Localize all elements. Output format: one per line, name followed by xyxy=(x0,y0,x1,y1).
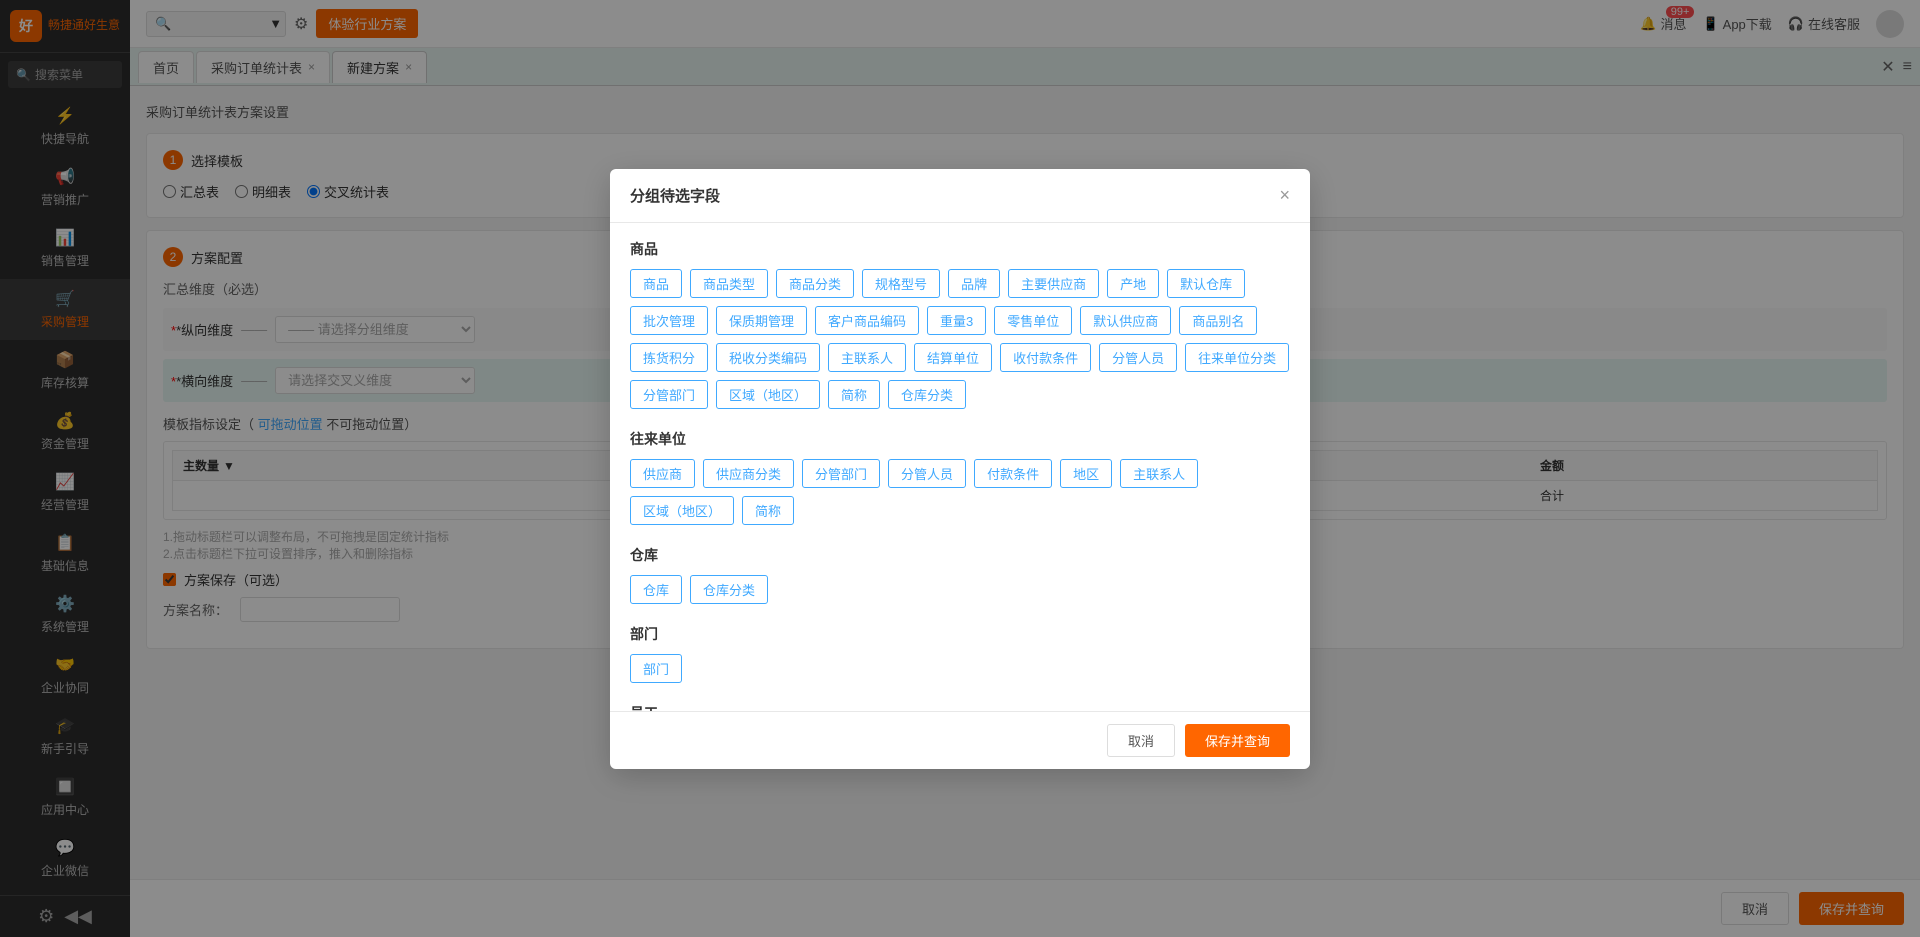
field-tag-partner-5[interactable]: 地区 xyxy=(1060,459,1112,488)
dialog-title: 分组待选字段 xyxy=(630,185,720,206)
field-tag-product-16[interactable]: 税收分类编码 xyxy=(716,343,820,372)
field-tag-warehouse-0[interactable]: 仓库 xyxy=(630,575,682,604)
field-tag-product-10[interactable]: 客户商品编码 xyxy=(815,306,919,335)
field-tag-partner-8[interactable]: 简称 xyxy=(742,496,794,525)
field-group-employee-title: 员工 xyxy=(630,703,1290,711)
field-tag-product-5[interactable]: 主要供应商 xyxy=(1008,269,1099,298)
field-tags-product: 商品 商品类型 商品分类 规格型号 品牌 主要供应商 产地 默认仓库 批次管理 … xyxy=(630,269,1290,409)
field-tag-product-7[interactable]: 默认仓库 xyxy=(1167,269,1245,298)
field-tag-product-24[interactable]: 简称 xyxy=(828,380,880,409)
field-group-employee: 员工 业务员 xyxy=(630,703,1290,711)
field-tag-product-19[interactable]: 收付款条件 xyxy=(1000,343,1091,372)
field-group-department-title: 部门 xyxy=(630,624,1290,644)
field-tag-product-4[interactable]: 品牌 xyxy=(948,269,1000,298)
field-group-warehouse: 仓库 仓库 仓库分类 xyxy=(630,545,1290,604)
field-tag-partner-6[interactable]: 主联系人 xyxy=(1120,459,1198,488)
dialog-confirm-button[interactable]: 保存并查询 xyxy=(1185,724,1290,757)
field-tag-product-9[interactable]: 保质期管理 xyxy=(716,306,807,335)
field-group-warehouse-title: 仓库 xyxy=(630,545,1290,565)
field-tag-product-3[interactable]: 规格型号 xyxy=(862,269,940,298)
field-tag-partner-4[interactable]: 付款条件 xyxy=(974,459,1052,488)
field-tag-department-0[interactable]: 部门 xyxy=(630,654,682,683)
field-tag-product-20[interactable]: 分管人员 xyxy=(1099,343,1177,372)
field-tag-product-12[interactable]: 零售单位 xyxy=(994,306,1072,335)
field-tag-product-8[interactable]: 批次管理 xyxy=(630,306,708,335)
dialog-overlay: 分组待选字段 × 商品 商品 商品类型 商品分类 规格型号 品牌 主要供应商 产… xyxy=(0,0,1920,937)
field-tag-partner-2[interactable]: 分管部门 xyxy=(802,459,880,488)
dialog-footer: 取消 保存并查询 xyxy=(610,711,1310,769)
field-tag-product-15[interactable]: 拣货积分 xyxy=(630,343,708,372)
field-tag-product-23[interactable]: 区域（地区） xyxy=(716,380,820,409)
field-group-partner-title: 往来单位 xyxy=(630,429,1290,449)
field-tag-warehouse-1[interactable]: 仓库分类 xyxy=(690,575,768,604)
field-tag-product-6[interactable]: 产地 xyxy=(1107,269,1159,298)
field-tag-partner-1[interactable]: 供应商分类 xyxy=(703,459,794,488)
field-tag-product-11[interactable]: 重量3 xyxy=(927,306,986,335)
field-group-department: 部门 部门 xyxy=(630,624,1290,683)
field-group-partner: 往来单位 供应商 供应商分类 分管部门 分管人员 付款条件 地区 主联系人 区域… xyxy=(630,429,1290,525)
field-tags-department: 部门 xyxy=(630,654,1290,683)
dialog-header: 分组待选字段 × xyxy=(610,169,1310,223)
field-tag-product-22[interactable]: 分管部门 xyxy=(630,380,708,409)
field-tag-partner-7[interactable]: 区域（地区） xyxy=(630,496,734,525)
field-tag-product-25[interactable]: 仓库分类 xyxy=(888,380,966,409)
field-tag-product-2[interactable]: 商品分类 xyxy=(776,269,854,298)
field-group-product-title: 商品 xyxy=(630,239,1290,259)
field-tags-partner: 供应商 供应商分类 分管部门 分管人员 付款条件 地区 主联系人 区域（地区） … xyxy=(630,459,1290,525)
field-tag-product-0[interactable]: 商品 xyxy=(630,269,682,298)
field-tag-product-17[interactable]: 主联系人 xyxy=(828,343,906,372)
field-tag-product-13[interactable]: 默认供应商 xyxy=(1080,306,1171,335)
field-tag-product-14[interactable]: 商品别名 xyxy=(1179,306,1257,335)
field-tags-warehouse: 仓库 仓库分类 xyxy=(630,575,1290,604)
dialog-body: 商品 商品 商品类型 商品分类 规格型号 品牌 主要供应商 产地 默认仓库 批次… xyxy=(610,223,1310,711)
field-tag-partner-3[interactable]: 分管人员 xyxy=(888,459,966,488)
dialog-close-button[interactable]: × xyxy=(1279,185,1290,206)
field-tag-product-21[interactable]: 往来单位分类 xyxy=(1185,343,1289,372)
field-group-product: 商品 商品 商品类型 商品分类 规格型号 品牌 主要供应商 产地 默认仓库 批次… xyxy=(630,239,1290,409)
field-tag-product-18[interactable]: 结算单位 xyxy=(914,343,992,372)
dialog-cancel-button[interactable]: 取消 xyxy=(1107,724,1175,757)
field-tag-partner-0[interactable]: 供应商 xyxy=(630,459,695,488)
field-tag-product-1[interactable]: 商品类型 xyxy=(690,269,768,298)
field-select-dialog: 分组待选字段 × 商品 商品 商品类型 商品分类 规格型号 品牌 主要供应商 产… xyxy=(610,169,1310,769)
